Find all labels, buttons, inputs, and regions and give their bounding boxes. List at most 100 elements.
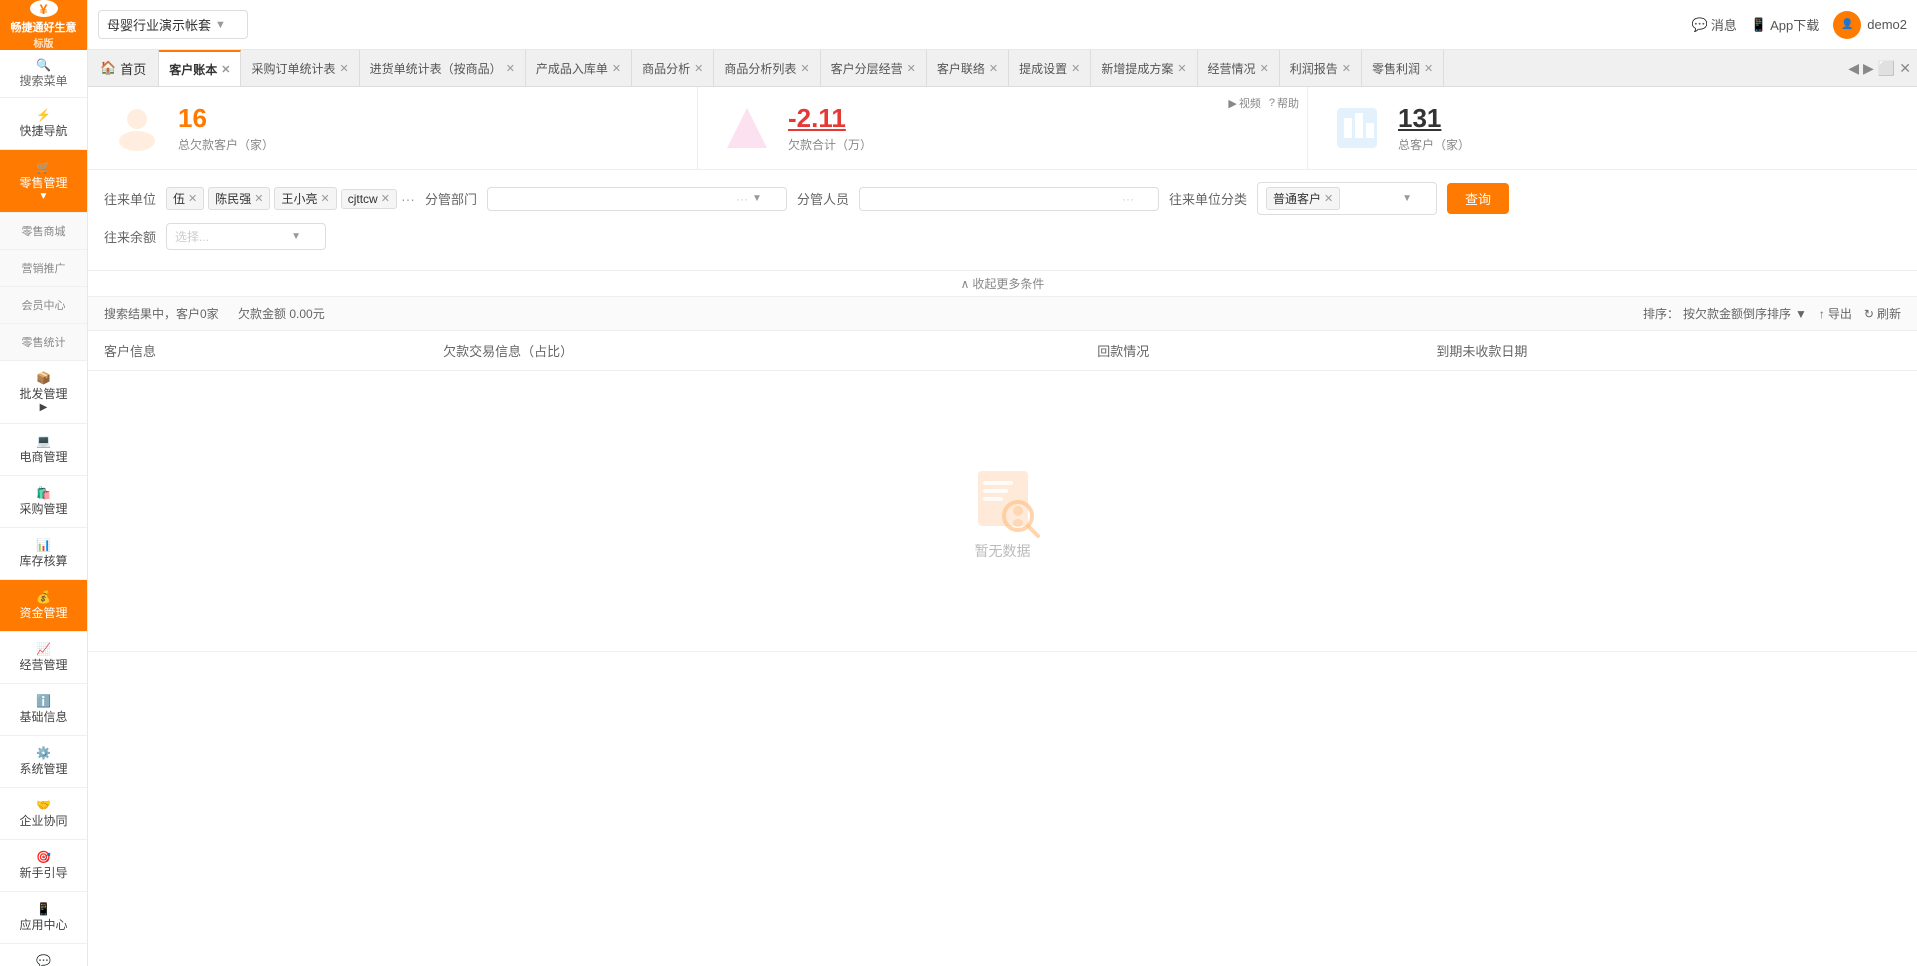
sidebar-item-retail-mall[interactable]: 零售商城 [0, 213, 87, 250]
close-tab-icon[interactable]: ✕ [1071, 62, 1080, 75]
tab-home[interactable]: 🏠 首页 [88, 50, 159, 86]
sidebar-item-operations[interactable]: 📈 经营管理 [0, 632, 87, 684]
remove-classify-tag[interactable]: ✕ [1324, 192, 1333, 205]
tab-business-status[interactable]: 经营情况 ✕ [1198, 50, 1280, 86]
classify-tag: 普通客户 ✕ [1266, 187, 1340, 210]
remove-tag-chen[interactable]: ✕ [254, 192, 263, 205]
remove-tag-wu[interactable]: ✕ [188, 192, 197, 205]
sidebar-item-wecom[interactable]: 💬 企业微信 [0, 944, 87, 966]
stat-total-debt: -2.11 欠款合计（万） ▶ 视频 ? 帮助 [698, 87, 1308, 169]
user-profile[interactable]: 👤 demo2 [1833, 11, 1907, 39]
app-download-label: App下载 [1770, 15, 1819, 34]
sidebar-item-marketing[interactable]: 营销推广 [0, 250, 87, 287]
close-tab-icon[interactable]: ✕ [1260, 62, 1269, 75]
sidebar-item-system[interactable]: ⚙️ 系统管理 [0, 736, 87, 788]
sidebar-item-guide[interactable]: 🎯 新手引导 [0, 840, 87, 892]
search-summary: 搜索结果中，客户0家 欠款金额 0.00元 排序： 按欠款金额倒序排序 ▼ ↑ … [88, 297, 1917, 331]
tab-product-instock[interactable]: 产成品入库单 ✕ [526, 50, 632, 86]
close-tab-icon[interactable]: ✕ [1177, 62, 1186, 75]
username: demo2 [1867, 17, 1907, 32]
sidebar-item-member[interactable]: 会员中心 [0, 287, 87, 324]
sidebar-item-inventory[interactable]: 📊 库存核算 [0, 528, 87, 580]
top-bar: 母婴行业演示帐套 ▼ 💬 消息 📱 App下载 👤 demo2 [88, 0, 1917, 50]
tab-customer-contact[interactable]: 客户联络 ✕ [927, 50, 1009, 86]
tab-scroll-left-icon[interactable]: ◀ [1848, 60, 1859, 77]
app-download-button[interactable]: 📱 App下载 [1751, 15, 1819, 34]
tab-commission-settings[interactable]: 提成设置 ✕ [1009, 50, 1091, 86]
message-icon: 💬 [1692, 17, 1708, 33]
close-tab-icon[interactable]: ✕ [221, 63, 230, 76]
sidebar-item-ecommerce[interactable]: 💻 电商管理 [0, 424, 87, 476]
close-tab-icon[interactable]: ✕ [800, 62, 809, 75]
close-tab-icon[interactable]: ✕ [612, 62, 621, 75]
tab-purchase-order-stats[interactable]: 采购订单统计表 ✕ [241, 50, 359, 86]
close-tab-icon[interactable]: ✕ [339, 62, 348, 75]
sidebar-item-finance[interactable]: 💰 资金管理 [0, 580, 87, 632]
filter-tag-wu: 伍 ✕ [166, 187, 204, 210]
classify-dropdown-icon: ▼ [1402, 193, 1412, 204]
tab-customer-ledger[interactable]: 客户账本 ✕ [159, 50, 241, 86]
customers-info: 16 总欠款客户（家） [178, 103, 274, 153]
tab-scroll-right-icon[interactable]: ▶ [1863, 60, 1874, 77]
tab-retail-profit[interactable]: 零售利润 ✕ [1362, 50, 1444, 86]
help-button[interactable]: ? 帮助 [1269, 95, 1299, 111]
industry-selector[interactable]: 母婴行业演示帐套 ▼ [98, 10, 248, 39]
remove-tag-cjttcw[interactable]: ✕ [381, 192, 390, 205]
close-tab-icon[interactable]: ✕ [1342, 62, 1351, 75]
dept-filter-select[interactable]: ··· ▼ [487, 187, 787, 211]
search-actions: 排序： 按欠款金额倒序排序 ▼ ↑ 导出 ↻ 刷新 [1643, 305, 1901, 322]
sidebar-item-app-center[interactable]: 📱 应用中心 [0, 892, 87, 944]
sort-label: 排序： [1643, 305, 1679, 322]
collapse-button[interactable]: ∧ 收起更多条件 [961, 275, 1045, 292]
sort-selector[interactable]: 排序： 按欠款金额倒序排序 ▼ [1643, 305, 1807, 322]
video-icon: ▶ [1228, 97, 1236, 110]
refresh-label: 刷新 [1877, 305, 1901, 322]
sidebar-item-wholesale[interactable]: 📦 批发管理 ▶ [0, 361, 87, 424]
sidebar-item-enterprise[interactable]: 🤝 企业协同 [0, 788, 87, 840]
tab-close-all-icon[interactable]: ✕ [1899, 60, 1911, 77]
export-button[interactable]: ↑ 导出 [1819, 305, 1852, 322]
quick-nav-icon: ⚡ [4, 108, 83, 122]
tab-product-analysis[interactable]: 商品分析 ✕ [632, 50, 714, 86]
sidebar-item-retail[interactable]: 🛒 零售管理 ▼ [0, 150, 87, 213]
avatar: 👤 [1833, 11, 1861, 39]
close-tab-icon[interactable]: ✕ [506, 62, 515, 75]
balance-filter-select[interactable]: 选择... ▼ [166, 223, 326, 250]
tab-maximize-icon[interactable]: ⬜ [1878, 60, 1895, 77]
tab-add-commission[interactable]: 新增提成方案 ✕ [1091, 50, 1197, 86]
video-help-button[interactable]: ▶ 视频 [1228, 95, 1260, 111]
close-tab-icon[interactable]: ✕ [694, 62, 703, 75]
sidebar-item-retail-stats[interactable]: 零售统计 [0, 324, 87, 361]
sidebar-item-basic-info[interactable]: ℹ️ 基础信息 [0, 684, 87, 736]
sidebar-item-purchase[interactable]: 🛍️ 采购管理 [0, 476, 87, 528]
tab-profit-report[interactable]: 利润报告 ✕ [1280, 50, 1362, 86]
sidebar-item-label: 经营管理 [4, 656, 83, 673]
messages-button[interactable]: 💬 消息 [1692, 15, 1737, 34]
tab-purchase-stats-product[interactable]: 进货单统计表（按商品） ✕ [360, 50, 526, 86]
close-tab-icon[interactable]: ✕ [1424, 62, 1433, 75]
sidebar-item-search[interactable]: 🔍 搜索菜单 [0, 50, 87, 98]
query-button[interactable]: 查询 [1447, 183, 1509, 214]
app-logo: ¥ 畅捷通好生意 标版 [0, 0, 87, 50]
more-tags-button[interactable]: ··· [401, 191, 415, 207]
total-clients-value: 131 [1398, 103, 1470, 134]
total-clients-label: 总客户（家） [1398, 136, 1470, 153]
balance-dropdown-icon: ▼ [291, 231, 301, 242]
tab-product-analysis-list[interactable]: 商品分析列表 ✕ [714, 50, 820, 86]
content-area: 16 总欠款客户（家） -2.11 欠款合计（万） ▶ 视频 [88, 87, 1917, 966]
refresh-button[interactable]: ↻ 刷新 [1864, 305, 1901, 322]
close-tab-icon[interactable]: ✕ [907, 62, 916, 75]
empty-text: 暂无数据 [975, 541, 1031, 561]
tab-label: 经营情况 [1208, 60, 1256, 77]
tab-controls: ◀ ▶ ⬜ ✕ [1842, 60, 1917, 77]
person-filter-select[interactable]: ··· [859, 187, 1159, 211]
empty-illustration [953, 461, 1053, 541]
debt-icon [722, 103, 772, 153]
tab-customer-tier[interactable]: 客户分层经营 ✕ [821, 50, 927, 86]
remove-tag-wang[interactable]: ✕ [321, 192, 330, 205]
close-tab-icon[interactable]: ✕ [989, 62, 998, 75]
sidebar-item-label: 企业协同 [4, 812, 83, 829]
sidebar-item-quick-nav[interactable]: ⚡ 快捷导航 [0, 98, 87, 150]
stat-help-buttons: ▶ 视频 ? 帮助 [1228, 95, 1299, 111]
classify-filter-select[interactable]: 普通客户 ✕ ▼ [1257, 182, 1437, 215]
